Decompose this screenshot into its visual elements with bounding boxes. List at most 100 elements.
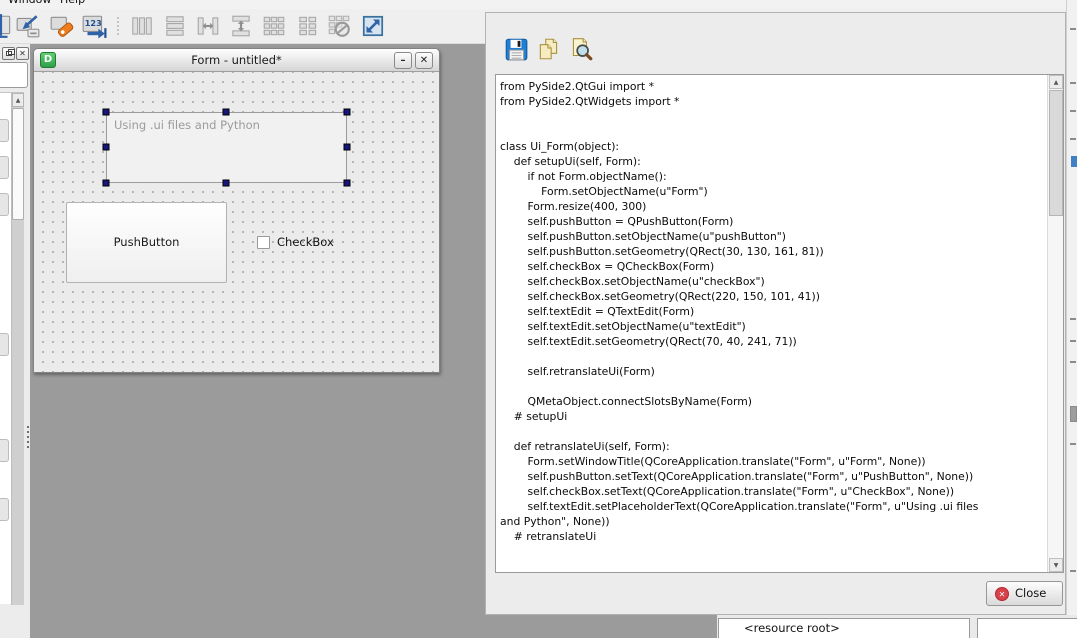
up-arrow-icon: ▲ [16, 97, 21, 104]
menubar: Window Help [0, 0, 1077, 9]
layout-horizontal-button[interactable] [129, 13, 155, 39]
selection-handle[interactable] [344, 180, 351, 187]
scroll-up-button[interactable]: ▲ [1049, 75, 1063, 89]
selection-handle[interactable] [344, 144, 351, 151]
python-code-text: from PySide2.QtGui import * from PySide2… [500, 79, 1045, 544]
tab-order-digits: 123 [85, 18, 102, 28]
layout-splitter-horizontal-icon [195, 13, 221, 39]
checkbox-label: CheckBox [277, 222, 334, 263]
form-close-button[interactable]: ✕ [415, 52, 433, 69]
scroll-up-button[interactable]: ▲ [12, 93, 24, 107]
widget-box-list: ▲ [0, 92, 24, 604]
code-editor[interactable]: from PySide2.QtGui import * from PySide2… [495, 74, 1064, 573]
edge-mark [1070, 570, 1076, 572]
widget-box-item[interactable] [0, 439, 9, 462]
close-icon: ✕ [19, 49, 26, 58]
edge-mark [1070, 110, 1076, 112]
toolbar-separator [117, 16, 119, 36]
edge-selection-mark [1071, 156, 1077, 167]
layout-grid-icon [261, 13, 287, 39]
edge-scroll-thumb [1070, 406, 1077, 422]
adjust-size-icon [360, 13, 386, 39]
form-window-title: Form - untitled* [34, 53, 439, 67]
adjust-size-button[interactable] [360, 13, 386, 39]
dock-close-button[interactable]: ✕ [16, 47, 29, 60]
checkbox-widget[interactable]: CheckBox [256, 222, 357, 263]
widget-box-panel: ✕ ▲ [0, 44, 30, 638]
scroll-down-button[interactable]: ▼ [1049, 558, 1063, 572]
layout-splitter-vertical-button[interactable] [228, 13, 254, 39]
edge-mark [1070, 340, 1076, 342]
edge-mark [1070, 28, 1076, 30]
edit-signals-slots-button[interactable] [15, 13, 41, 39]
form-canvas[interactable]: Using .ui files and Python PushButton Ch… [34, 72, 439, 372]
resource-root-item[interactable]: <resource root> [718, 618, 970, 638]
scrollbar-thumb[interactable] [1049, 90, 1063, 216]
widget-filter-input[interactable] [0, 62, 28, 88]
widget-box-item[interactable] [0, 156, 9, 179]
close-button-label: Close [1015, 586, 1046, 600]
edge-mark [1070, 138, 1076, 140]
edit-tab-order-button[interactable]: 123 [81, 13, 107, 39]
edge-mark [1070, 318, 1076, 320]
break-layout-button[interactable] [326, 13, 352, 39]
save-icon [503, 36, 529, 62]
close-icon: ✕ [420, 55, 428, 66]
float-icon [6, 51, 12, 56]
form-window-titlebar[interactable]: D Form - untitled* – ✕ [34, 49, 439, 72]
layout-form-button[interactable] [295, 13, 321, 39]
menu-window[interactable]: Window [8, 0, 51, 6]
selection-handle[interactable] [223, 180, 230, 187]
edit-signals-slots-icon [15, 13, 41, 39]
widget-box-item[interactable] [0, 193, 9, 216]
selection-handle[interactable] [223, 109, 230, 116]
edit-buddies-icon [49, 13, 75, 39]
layout-splitter-vertical-icon [228, 13, 254, 39]
layout-horizontal-icon [129, 13, 155, 39]
textedit-placeholder: Using .ui files and Python [107, 113, 346, 137]
layout-splitter-horizontal-button[interactable] [195, 13, 221, 39]
menu-help[interactable]: Help [60, 0, 85, 6]
selection-handle[interactable] [103, 109, 110, 116]
widget-box-scrollbar[interactable]: ▲ [11, 93, 24, 605]
pushbutton-widget[interactable]: PushButton [66, 202, 227, 283]
close-x-glyph: ✕ [999, 590, 1006, 599]
down-arrow-icon: ▼ [1054, 562, 1059, 569]
selection-handle[interactable] [344, 109, 351, 116]
checkbox-indicator[interactable] [257, 236, 270, 249]
edge-mark [1070, 82, 1076, 84]
widget-box-item[interactable] [0, 119, 9, 142]
right-edge-panel [1066, 0, 1077, 615]
selection-handle[interactable] [103, 144, 110, 151]
copy-button[interactable] [536, 36, 562, 62]
minimize-icon: – [401, 55, 406, 66]
close-button[interactable]: ✕ Close [986, 581, 1063, 606]
edit-widgets-button[interactable] [0, 13, 14, 39]
view-python-code-dialog: from PySide2.QtGui import * from PySide2… [485, 12, 1066, 615]
code-scrollbar[interactable]: ▲ ▼ [1047, 75, 1063, 572]
find-button[interactable] [568, 36, 594, 62]
qt-designer-screen: Window Help [0, 0, 1077, 638]
edit-buddies-button[interactable] [49, 13, 75, 39]
close-red-icon: ✕ [995, 587, 1009, 601]
scrollbar-thumb[interactable] [12, 108, 24, 220]
resource-list-box[interactable] [977, 618, 1077, 638]
dock-float-button[interactable] [2, 47, 15, 60]
textedit-widget[interactable]: Using .ui files and Python [106, 112, 347, 183]
widget-box-item[interactable] [0, 498, 9, 521]
up-arrow-icon: ▲ [1054, 79, 1059, 86]
edit-widgets-icon [0, 13, 14, 39]
form-minimize-button[interactable]: – [394, 52, 412, 69]
form-editor-window: D Form - untitled* – ✕ Using .ui files a… [33, 48, 440, 373]
edge-mark [1070, 443, 1076, 445]
edit-tab-order-icon: 123 [81, 13, 107, 39]
save-button[interactable] [503, 36, 529, 62]
resource-browser: <resource root> [717, 615, 1077, 638]
layout-grid-button[interactable] [261, 13, 287, 39]
find-icon [568, 36, 594, 62]
resource-root-label: <resource root> [719, 619, 969, 635]
widget-box-item[interactable] [0, 333, 9, 356]
selection-handle[interactable] [103, 180, 110, 187]
layout-vertical-button[interactable] [162, 13, 188, 39]
pushbutton-label: PushButton [114, 235, 180, 249]
